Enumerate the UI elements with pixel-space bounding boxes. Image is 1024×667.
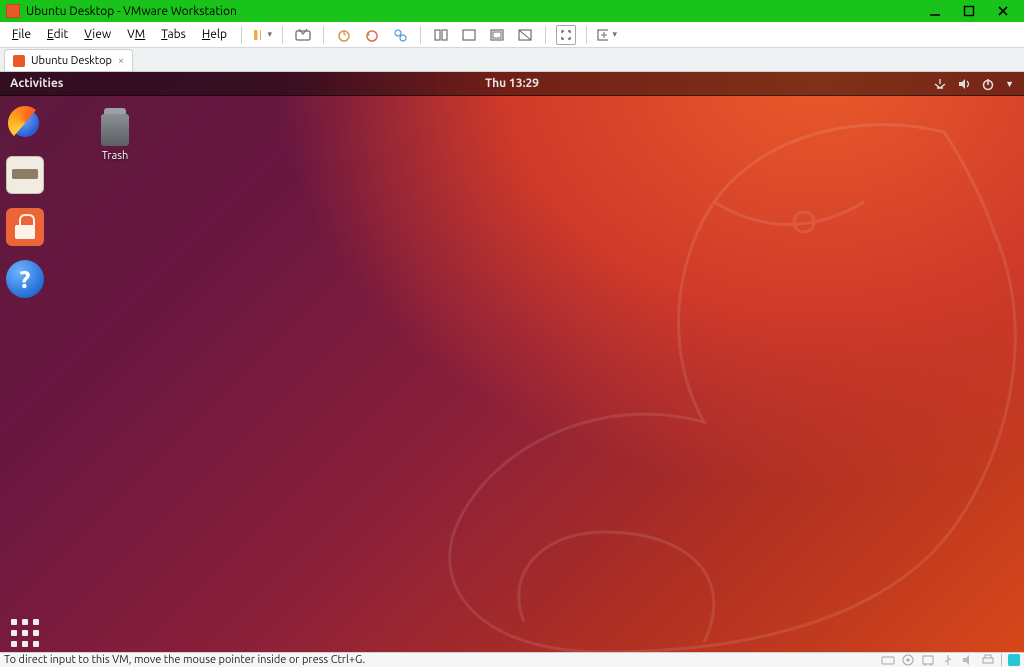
menu-file[interactable]: File (4, 26, 39, 43)
host-title: Ubuntu Desktop - VMware Workstation (26, 5, 237, 18)
view-single-button[interactable] (431, 25, 451, 45)
desktop-icon-trash[interactable]: Trash (85, 108, 145, 162)
guest-display[interactable]: Activities Thu 13:29 ▼ ? (0, 72, 1024, 652)
view-unity-button[interactable] (487, 25, 507, 45)
close-icon[interactable]: × (118, 55, 124, 67)
vmware-logo-icon (6, 4, 20, 18)
desktop-area[interactable]: Trash (50, 96, 1024, 652)
network-adapter-icon[interactable] (921, 654, 935, 666)
separator (282, 26, 283, 44)
close-button[interactable] (994, 2, 1012, 20)
printer-icon[interactable] (981, 654, 995, 666)
power-pause-button[interactable] (252, 25, 272, 45)
show-applications-button[interactable] (6, 614, 44, 652)
separator (241, 26, 242, 44)
separator (323, 26, 324, 44)
menu-vm[interactable]: VM (119, 26, 153, 43)
menu-view[interactable]: View (76, 26, 119, 43)
cd-icon[interactable] (901, 654, 915, 666)
clock[interactable]: Thu 13:29 (485, 77, 539, 90)
host-statusbar: To direct input to this VM, move the mou… (0, 652, 1024, 667)
power-icon (981, 77, 995, 91)
dock-item-files[interactable] (6, 156, 44, 194)
host-tabstrip: Ubuntu Desktop × (0, 48, 1024, 72)
view-console-button[interactable] (515, 25, 535, 45)
view-tile-button[interactable] (459, 25, 479, 45)
dock-item-help[interactable]: ? (6, 260, 44, 298)
statusbar-device-icons (881, 654, 1020, 666)
chevron-down-icon: ▼ (1005, 79, 1014, 89)
dock-item-firefox[interactable] (6, 104, 44, 142)
network-icon (933, 77, 947, 91)
maximize-button[interactable] (960, 2, 978, 20)
apps-grid-icon (11, 619, 39, 647)
gnome-topbar: Activities Thu 13:29 ▼ (0, 72, 1024, 96)
system-status-area[interactable]: ▼ (933, 77, 1014, 91)
vm-tab[interactable]: Ubuntu Desktop × (4, 49, 133, 71)
separator (586, 26, 587, 44)
statusbar-separator (1001, 654, 1002, 666)
menu-tabs[interactable]: Tabs (153, 26, 194, 43)
activities-button[interactable]: Activities (10, 77, 63, 90)
snapshot-revert-button[interactable] (362, 25, 382, 45)
separator (420, 26, 421, 44)
vm-tab-icon (13, 55, 25, 67)
dock-item-software[interactable] (6, 208, 44, 246)
hdd-icon[interactable] (881, 654, 895, 666)
trash-icon (98, 108, 132, 146)
menu-edit[interactable]: Edit (39, 26, 76, 43)
window-controls (926, 2, 1018, 20)
desktop-icon-label: Trash (85, 150, 145, 162)
usb-icon[interactable] (941, 654, 955, 666)
stretch-guest-button[interactable] (597, 25, 617, 45)
fullscreen-button[interactable] (556, 25, 576, 45)
message-log-button[interactable] (1008, 654, 1020, 666)
ubuntu-dock: ? (0, 96, 50, 652)
sound-icon[interactable] (961, 654, 975, 666)
minimize-button[interactable] (926, 2, 944, 20)
snapshot-manager-button[interactable] (390, 25, 410, 45)
volume-icon (957, 77, 971, 91)
separator (545, 26, 546, 44)
menu-help[interactable]: Help (194, 26, 235, 43)
vm-tab-label: Ubuntu Desktop (31, 55, 112, 67)
host-titlebar: Ubuntu Desktop - VMware Workstation (0, 0, 1024, 22)
snapshot-take-button[interactable] (334, 25, 354, 45)
host-menubar: File Edit View VM Tabs Help (0, 22, 1024, 48)
send-ctrl-alt-del-button[interactable] (293, 25, 313, 45)
statusbar-hint: To direct input to this VM, move the mou… (4, 654, 365, 666)
